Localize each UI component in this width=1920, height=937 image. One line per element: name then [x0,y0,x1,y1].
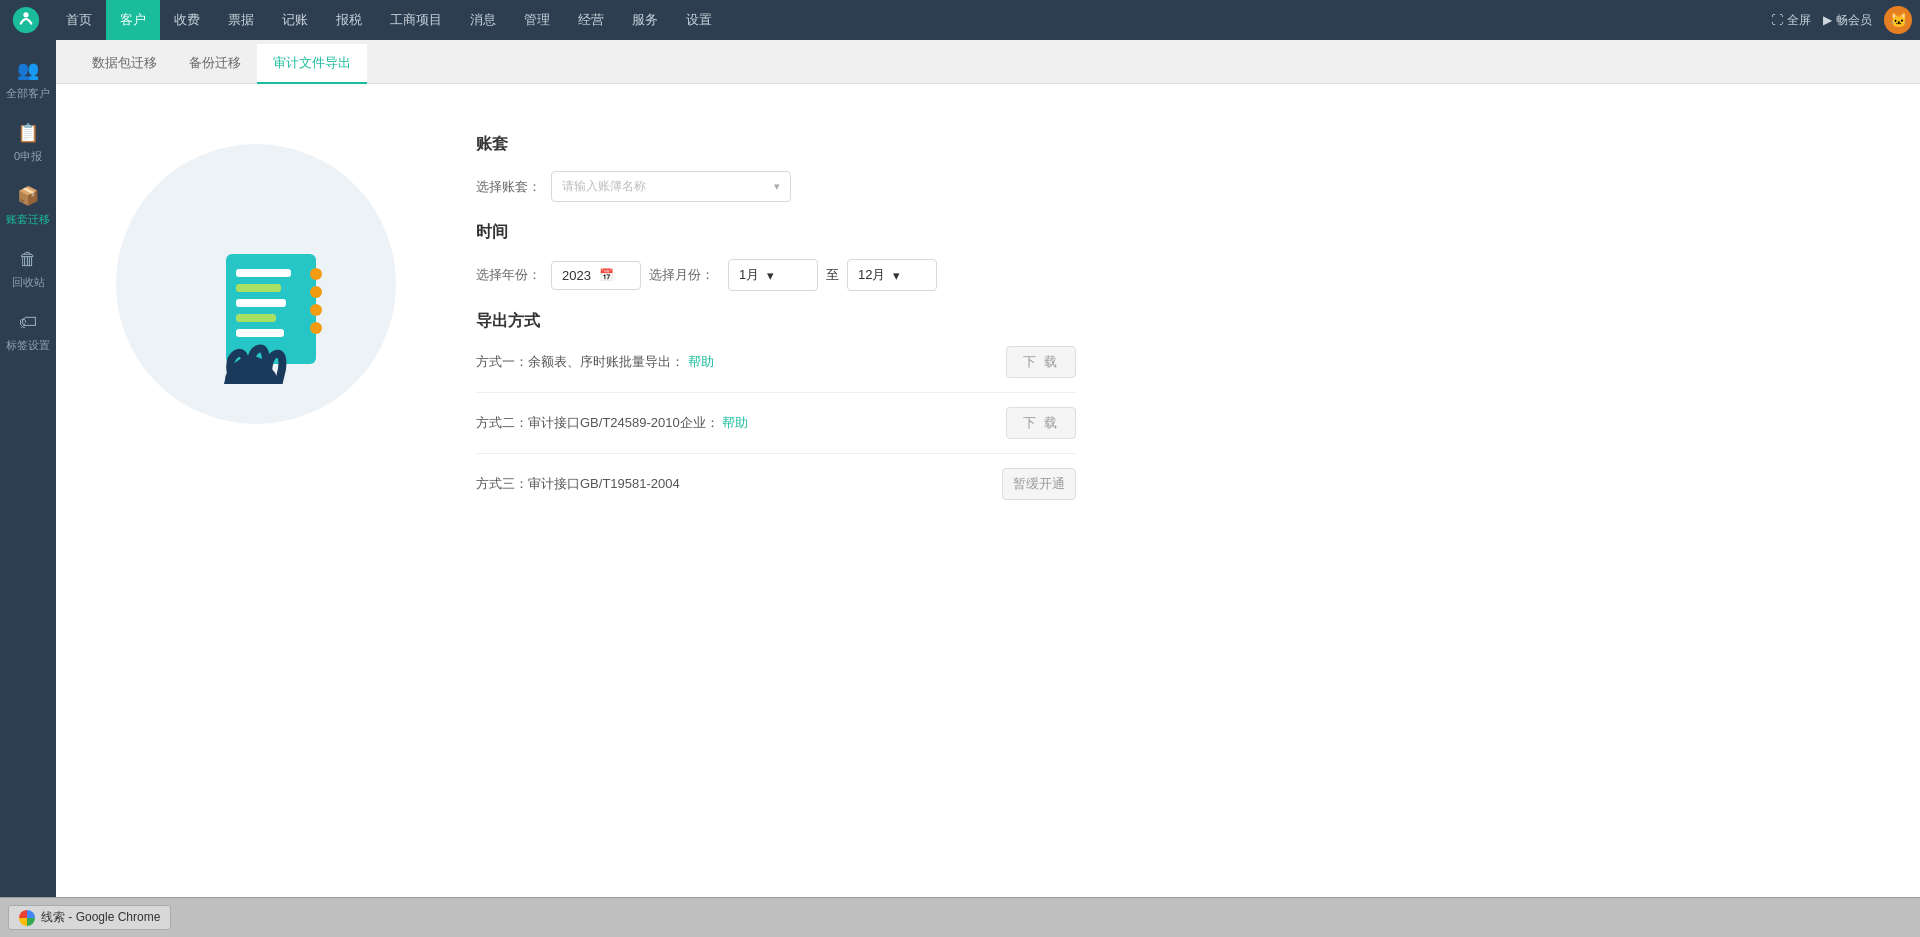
nav-management[interactable]: 管理 [510,0,564,40]
method-2-text: 方式二：审计接口GB/T24589-2010企业： 帮助 [476,414,986,432]
main-layout: 👥 全部客户 📋 0申报 📦 账套迁移 🗑 回收站 🏷 标签设置 数据包迁移 备… [0,40,1920,897]
member-button[interactable]: ▶ 畅会员 [1823,12,1872,29]
taskbar-chrome-item[interactable]: 线索 - Google Chrome [8,905,171,930]
end-month-select[interactable]: 12月 ▾ [847,259,937,291]
method-1-text: 方式一：余额表、序时账批量导出： 帮助 [476,353,986,371]
time-controls: 2023 📅 选择月份： 1月 ▾ 至 12月 ▾ [551,259,937,291]
sidebar-item-trash[interactable]: 🗑 回收站 [0,237,56,300]
svg-point-11 [310,322,322,334]
chevron-down-icon: ▾ [774,180,780,193]
sidebar-item-tags[interactable]: 🏷 标签设置 [0,300,56,363]
svg-rect-4 [236,284,281,292]
nav-items: 首页 客户 收费 票据 记账 报税 工商项目 消息 管理 经营 服务 设置 [52,0,1771,40]
svg-rect-5 [236,299,286,307]
fullscreen-button[interactable]: ⛶ 全屏 [1771,12,1811,29]
end-month-value: 12月 [858,266,885,284]
nav-business[interactable]: 工商项目 [376,0,456,40]
sidebar: 👥 全部客户 📋 0申报 📦 账套迁移 🗑 回收站 🏷 标签设置 [0,40,56,897]
year-value: 2023 [562,268,591,283]
trash-icon: 🗑 [16,247,40,271]
sidebar-label-trash: 回收站 [12,275,45,290]
method-2-label: 方式二：审计接口GB/T24589-2010企业： [476,415,719,430]
tab-backup-migrate[interactable]: 备份迁移 [173,44,257,84]
svg-point-9 [310,286,322,298]
sidebar-label-migrate: 账套迁移 [6,212,50,227]
export-section-title: 导出方式 [476,311,1076,332]
year-label: 选择年份： [476,266,541,284]
taskbar: 线索 - Google Chrome [0,897,1920,937]
sidebar-item-all-customers[interactable]: 👥 全部客户 [0,48,56,111]
page-content: 账套 选择账套： 请输入账簿名称 ▾ 时间 选择年份： 2023 📅 [56,84,1920,897]
method-3-text: 方式三：审计接口GB/T19581-2004 [476,475,982,493]
calendar-icon: 📅 [599,268,614,282]
method-1-label: 方式一：余额表、序时账批量导出： [476,354,684,369]
form-area: 账套 选择账套： 请输入账簿名称 ▾ 时间 选择年份： 2023 📅 [476,124,1076,514]
sidebar-item-migrate[interactable]: 📦 账套迁移 [0,174,56,237]
account-section-title: 账套 [476,134,1076,155]
svg-rect-7 [236,329,284,337]
tabs-bar: 数据包迁移 备份迁移 审计文件导出 [56,40,1920,84]
member-label: 畅会员 [1836,12,1872,29]
month-label: 选择月份： [649,266,714,284]
method-2-download-button[interactable]: 下 载 [1006,407,1076,439]
svg-rect-3 [236,269,291,277]
export-method-3: 方式三：审计接口GB/T19581-2004 暂缓开通 [476,454,1076,514]
month-chevron-icon: ▾ [767,268,774,283]
fullscreen-label: 全屏 [1787,12,1811,29]
year-select[interactable]: 2023 📅 [551,261,641,290]
taskbar-chrome-label: 线索 - Google Chrome [41,909,160,926]
nav-operation[interactable]: 经营 [564,0,618,40]
svg-point-1 [23,12,28,17]
account-row: 选择账套： 请输入账簿名称 ▾ [476,171,1076,202]
sidebar-label-all-customers: 全部客户 [6,86,50,101]
start-month-value: 1月 [739,266,759,284]
nav-customers[interactable]: 客户 [106,0,160,40]
time-separator: 至 [826,266,839,284]
end-month-chevron-icon: ▾ [893,268,900,283]
illustration [116,144,396,424]
avatar[interactable]: 🐱 [1884,6,1912,34]
nav-right: ⛶ 全屏 ▶ 畅会员 🐱 [1771,6,1912,34]
method-3-coming-soon-button[interactable]: 暂缓开通 [1002,468,1076,500]
nav-tax[interactable]: 报税 [322,0,376,40]
method-1-help-link[interactable]: 帮助 [688,354,714,369]
top-nav: 首页 客户 收费 票据 记账 报税 工商项目 消息 管理 经营 服务 设置 ⛶ … [0,0,1920,40]
export-method-1: 方式一：余额表、序时账批量导出： 帮助 下 载 [476,332,1076,393]
account-placeholder: 请输入账簿名称 [562,178,646,195]
account-select[interactable]: 请输入账簿名称 ▾ [551,171,791,202]
svg-point-8 [310,268,322,280]
content-area: 数据包迁移 备份迁移 审计文件导出 [56,40,1920,897]
start-month-select[interactable]: 1月 ▾ [728,259,818,291]
fullscreen-icon: ⛶ [1771,13,1783,27]
svg-point-10 [310,304,322,316]
svg-rect-6 [236,314,276,322]
nav-billing[interactable]: 收费 [160,0,214,40]
nav-home[interactable]: 首页 [52,0,106,40]
report-icon: 📋 [16,121,40,145]
chrome-icon [19,910,35,926]
sidebar-label-zero-report: 0申报 [14,149,42,164]
account-label: 选择账套： [476,178,541,196]
illustration-svg [166,184,346,384]
nav-invoices[interactable]: 票据 [214,0,268,40]
export-method-2: 方式二：审计接口GB/T24589-2010企业： 帮助 下 载 [476,393,1076,454]
migrate-icon: 📦 [16,184,40,208]
tab-data-migrate[interactable]: 数据包迁移 [76,44,173,84]
sidebar-item-zero-report[interactable]: 📋 0申报 [0,111,56,174]
method-2-help-link[interactable]: 帮助 [722,415,748,430]
nav-service[interactable]: 服务 [618,0,672,40]
tab-audit-export[interactable]: 审计文件导出 [257,44,367,84]
nav-settings[interactable]: 设置 [672,0,726,40]
nav-accounting[interactable]: 记账 [268,0,322,40]
method-1-download-button[interactable]: 下 载 [1006,346,1076,378]
people-icon: 👥 [16,58,40,82]
time-section-title: 时间 [476,222,1076,243]
sidebar-label-tags: 标签设置 [6,338,50,353]
logo [8,2,44,38]
method-3-label: 方式三：审计接口GB/T19581-2004 [476,476,680,491]
tag-icon: 🏷 [16,310,40,334]
member-icon: ▶ [1823,13,1832,27]
nav-message[interactable]: 消息 [456,0,510,40]
time-row: 选择年份： 2023 📅 选择月份： 1月 ▾ 至 12月 [476,259,1076,291]
